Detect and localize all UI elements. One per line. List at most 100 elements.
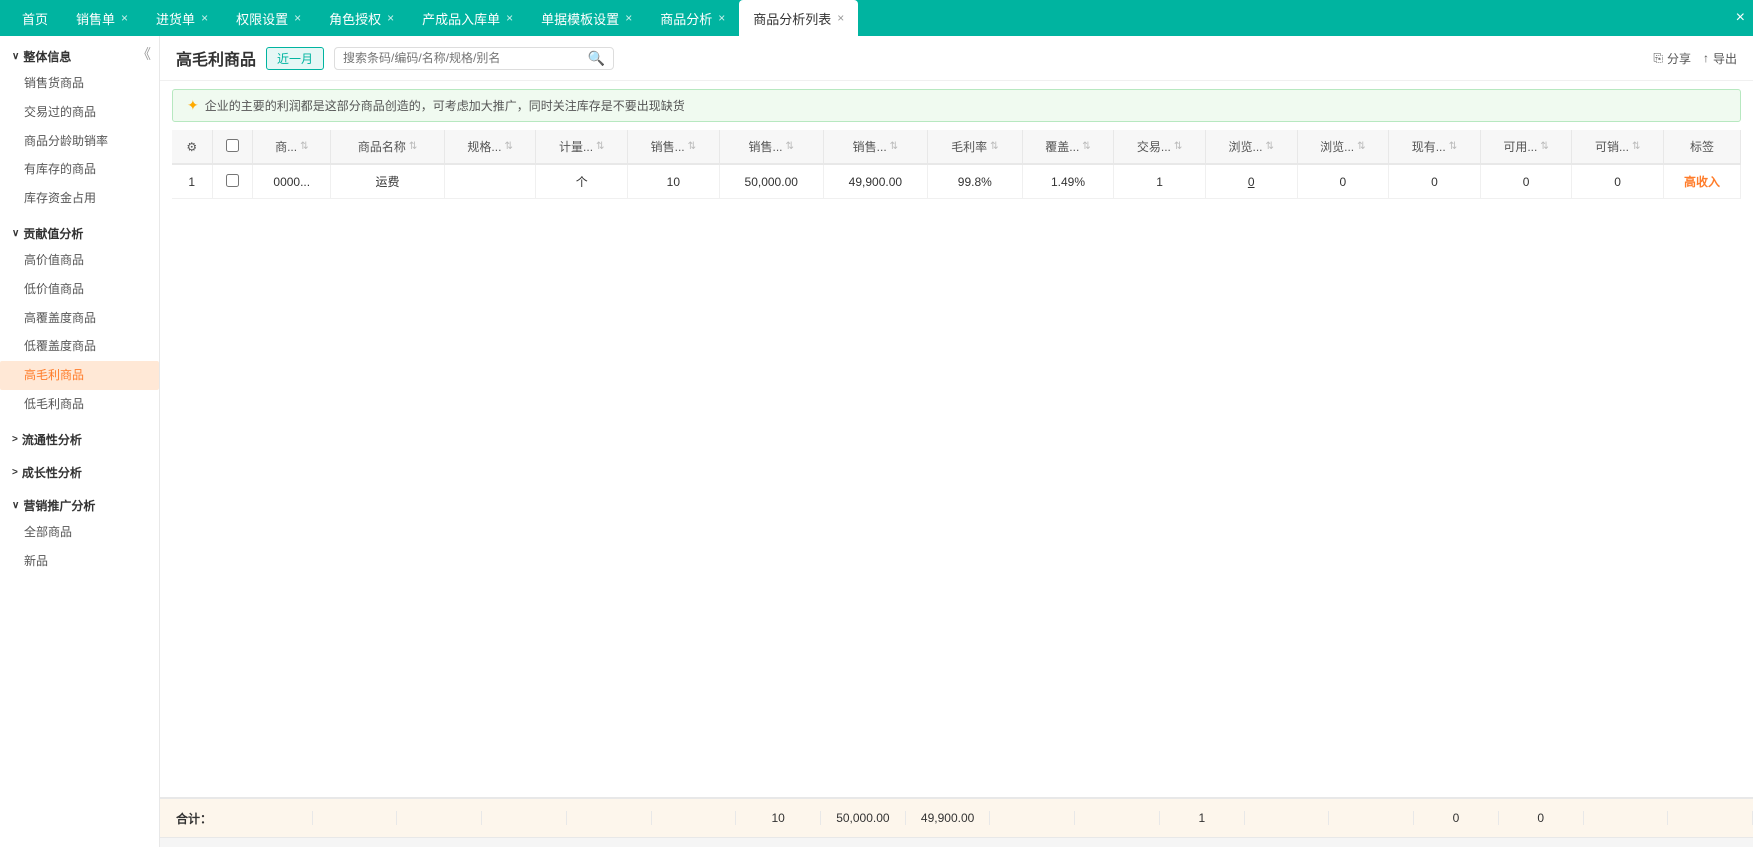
table-row: 10000...运费个1050,000.0049,900.0099.8%1.49… — [172, 164, 1741, 199]
main-layout: 《 ∨整体信息销售货商品交易过的商品商品分龄助销率有库存的商品库存资金占用∨贡献… — [0, 36, 1753, 847]
sidebar-item-低毛利商品[interactable]: 低毛利商品 — [0, 390, 159, 419]
col-header-coverage[interactable]: 覆盖...⇅ — [1022, 130, 1114, 164]
sidebar-item-低价值商品[interactable]: 低价值商品 — [0, 275, 159, 304]
nav-item-角色授权[interactable]: 角色授权× — [315, 0, 408, 36]
search-icon[interactable]: 🔍 — [588, 50, 605, 67]
row-name: 运费 — [331, 164, 445, 199]
group-arrow-icon: ∨ — [12, 51, 19, 62]
row-checkbox[interactable] — [226, 174, 239, 187]
close-tab-icon[interactable]: × — [121, 11, 128, 25]
sidebar-item-交易过的商品[interactable]: 交易过的商品 — [0, 98, 159, 127]
footer-cell-view2 — [1329, 811, 1414, 825]
row-tx-count: 1 — [1114, 164, 1206, 199]
close-tab-icon[interactable]: × — [718, 11, 725, 25]
col-header-view1[interactable]: 浏览...⇅ — [1205, 130, 1297, 164]
sidebar-group-title[interactable]: ∨营销推广分析 — [0, 491, 159, 518]
sidebar-item-低覆盖度商品[interactable]: 低覆盖度商品 — [0, 332, 159, 361]
sidebar-item-高价值商品[interactable]: 高价值商品 — [0, 246, 159, 275]
sidebar-item-销售货商品[interactable]: 销售货商品 — [0, 69, 159, 98]
sidebar-group: >流通性分析 — [0, 419, 159, 452]
row-view2: 0 — [1297, 164, 1389, 199]
col-header-stock1[interactable]: 现有...⇅ — [1389, 130, 1481, 164]
export-icon: ↑ — [1703, 51, 1709, 65]
sidebar-group: ∨整体信息销售货商品交易过的商品商品分龄助销率有库存的商品库存资金占用 — [0, 36, 159, 213]
top-nav: 首页销售单×进货单×权限设置×角色授权×产成品入库单×单据模板设置×商品分析×商… — [0, 0, 1753, 36]
close-tab-icon[interactable]: × — [625, 11, 632, 25]
col-header-grossMargin[interactable]: 毛利率⇅ — [927, 130, 1022, 164]
nav-item-权限设置[interactable]: 权限设置× — [222, 0, 315, 36]
nav-item-首页[interactable]: 首页 — [8, 0, 62, 36]
col-header-salesCost[interactable]: 销售...⇅ — [823, 130, 927, 164]
footer-cell-checkbox — [313, 811, 398, 825]
row-spec — [444, 164, 536, 199]
footer-cell-salesAmt: 50,000.00 — [821, 811, 906, 825]
header-actions: ⎘ 分享 ↑ 导出 — [1653, 50, 1737, 67]
page-title: 高毛利商品 — [176, 46, 256, 70]
row-stock3: 0 — [1572, 164, 1664, 199]
col-header-stock2[interactable]: 可用...⇅ — [1480, 130, 1572, 164]
search-input[interactable] — [343, 51, 588, 65]
sort-icon: ⇅ — [1082, 141, 1090, 152]
nav-item-产成品入库单[interactable]: 产成品入库单× — [408, 0, 527, 36]
sort-icon: ⇅ — [1174, 141, 1182, 152]
sidebar-group-title[interactable]: ∨贡献值分析 — [0, 219, 159, 246]
footer-cell-index — [228, 811, 313, 825]
sidebar-item-新品[interactable]: 新品 — [0, 547, 159, 576]
sidebar-group-title[interactable]: >成长性分析 — [0, 458, 159, 485]
bottom-scrollbar[interactable] — [160, 837, 1753, 847]
sort-icon: ⇅ — [300, 141, 308, 152]
share-icon: ⎘ — [1653, 51, 1663, 66]
col-header-spec[interactable]: 规格...⇅ — [444, 130, 536, 164]
info-bar: ✦ 企业的主要的利润都是这部分商品创造的，可考虑加大推广，同时关注库存是不要出现… — [172, 89, 1741, 122]
close-tab-icon[interactable]: × — [506, 11, 513, 25]
row-view1: 0 — [1205, 164, 1297, 199]
sidebar-item-库存资金占用[interactable]: 库存资金占用 — [0, 184, 159, 213]
export-button[interactable]: ↑ 导出 — [1703, 50, 1737, 67]
sidebar-group-title[interactable]: >流通性分析 — [0, 425, 159, 452]
row-stock2: 0 — [1480, 164, 1572, 199]
col-header-txCount[interactable]: 交易...⇅ — [1114, 130, 1206, 164]
select-all-checkbox[interactable] — [226, 139, 239, 152]
col-header-sku[interactable]: 商...⇅ — [253, 130, 331, 164]
row-sales-amt: 50,000.00 — [719, 164, 823, 199]
sidebar-group: ∨贡献值分析高价值商品低价值商品高覆盖度商品低覆盖度商品高毛利商品低毛利商品 — [0, 213, 159, 419]
sidebar-group-title[interactable]: ∨整体信息 — [0, 42, 159, 69]
sidebar-item-有库存的商品[interactable]: 有库存的商品 — [0, 155, 159, 184]
time-filter-button[interactable]: 近一月 — [266, 47, 324, 70]
gear-icon[interactable]: ⚙ — [186, 140, 197, 154]
col-header-view2[interactable]: 浏览...⇅ — [1297, 130, 1389, 164]
col-header-tag: 标签 — [1663, 130, 1740, 164]
nav-item-单据模板设置[interactable]: 单据模板设置× — [527, 0, 646, 36]
sort-icon: ⇅ — [1540, 141, 1548, 152]
col-header-unit[interactable]: 计量...⇅ — [536, 130, 628, 164]
col-header-salesAmt[interactable]: 销售...⇅ — [719, 130, 823, 164]
sidebar-item-高覆盖度商品[interactable]: 高覆盖度商品 — [0, 304, 159, 333]
sort-icon: ⇅ — [890, 141, 898, 152]
close-tab-icon[interactable]: × — [294, 11, 301, 25]
col-header-stock3[interactable]: 可销...⇅ — [1572, 130, 1664, 164]
sidebar-collapse-button[interactable]: 《 — [137, 44, 151, 64]
nav-item-进货单[interactable]: 进货单× — [142, 0, 222, 36]
col-header-salesQty[interactable]: 销售...⇅ — [628, 130, 720, 164]
nav-item-销售单[interactable]: 销售单× — [62, 0, 142, 36]
close-tab-icon[interactable]: × — [387, 11, 394, 25]
nav-item-商品分析列表[interactable]: 商品分析列表× — [739, 0, 858, 36]
export-label: 导出 — [1713, 50, 1737, 67]
close-all-tabs-button[interactable]: × — [1736, 9, 1745, 27]
col-header-name[interactable]: 商品名称⇅ — [331, 130, 445, 164]
sidebar-item-商品分龄助销率[interactable]: 商品分龄助销率 — [0, 127, 159, 156]
close-tab-icon[interactable]: × — [837, 11, 844, 25]
footer-cell-spec — [567, 811, 652, 825]
sidebar-item-高毛利商品[interactable]: 高毛利商品 — [0, 361, 159, 390]
footer-bar: 合计： 1050,000.0049,900.00100 — [160, 797, 1753, 837]
sidebar-item-全部商品[interactable]: 全部商品 — [0, 518, 159, 547]
close-tab-icon[interactable]: × — [201, 11, 208, 25]
share-button[interactable]: ⎘ 分享 — [1653, 50, 1691, 67]
row-tag: 高收入 — [1663, 164, 1740, 199]
footer-cell-view1 — [1245, 811, 1330, 825]
nav-item-商品分析[interactable]: 商品分析× — [646, 0, 739, 36]
info-text: 企业的主要的利润都是这部分商品创造的，可考虑加大推广，同时关注库存是不要出现缺货 — [205, 97, 685, 114]
search-box: 🔍 — [334, 47, 614, 70]
footer-cell-name — [482, 811, 567, 825]
sort-icon: ⇅ — [596, 141, 604, 152]
